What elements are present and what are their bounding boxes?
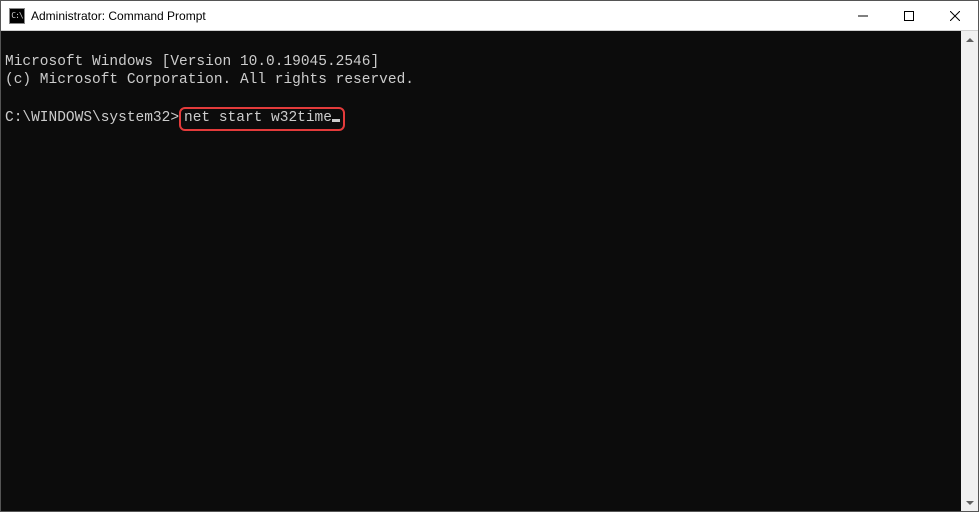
scroll-down-button[interactable]	[961, 494, 978, 511]
content-area: Microsoft Windows [Version 10.0.19045.25…	[1, 31, 978, 511]
version-line: Microsoft Windows [Version 10.0.19045.25…	[5, 54, 379, 70]
copyright-line: (c) Microsoft Corporation. All rights re…	[5, 72, 414, 88]
command-prompt-window: C:\ Administrator: Command Prompt Micros…	[0, 0, 979, 512]
close-button[interactable]	[932, 1, 978, 30]
prompt-text: C:\WINDOWS\system32>	[5, 110, 179, 126]
maximize-icon	[904, 11, 914, 21]
chevron-down-icon	[966, 501, 974, 505]
scroll-track[interactable]	[961, 48, 978, 494]
command-text: net start w32time	[184, 110, 332, 126]
vertical-scrollbar[interactable]	[961, 31, 978, 511]
scroll-up-button[interactable]	[961, 31, 978, 48]
window-controls	[840, 1, 978, 30]
minimize-button[interactable]	[840, 1, 886, 30]
close-icon	[950, 11, 960, 21]
titlebar[interactable]: C:\ Administrator: Command Prompt	[1, 1, 978, 31]
text-cursor	[332, 119, 340, 122]
cmd-icon: C:\	[9, 8, 25, 24]
terminal-output[interactable]: Microsoft Windows [Version 10.0.19045.25…	[1, 31, 961, 511]
command-highlight: net start w32time	[179, 107, 345, 131]
minimize-icon	[858, 11, 868, 21]
window-title: Administrator: Command Prompt	[31, 9, 206, 23]
chevron-up-icon	[966, 38, 974, 42]
prompt-line: C:\WINDOWS\system32> net start w32time	[5, 107, 345, 131]
maximize-button[interactable]	[886, 1, 932, 30]
